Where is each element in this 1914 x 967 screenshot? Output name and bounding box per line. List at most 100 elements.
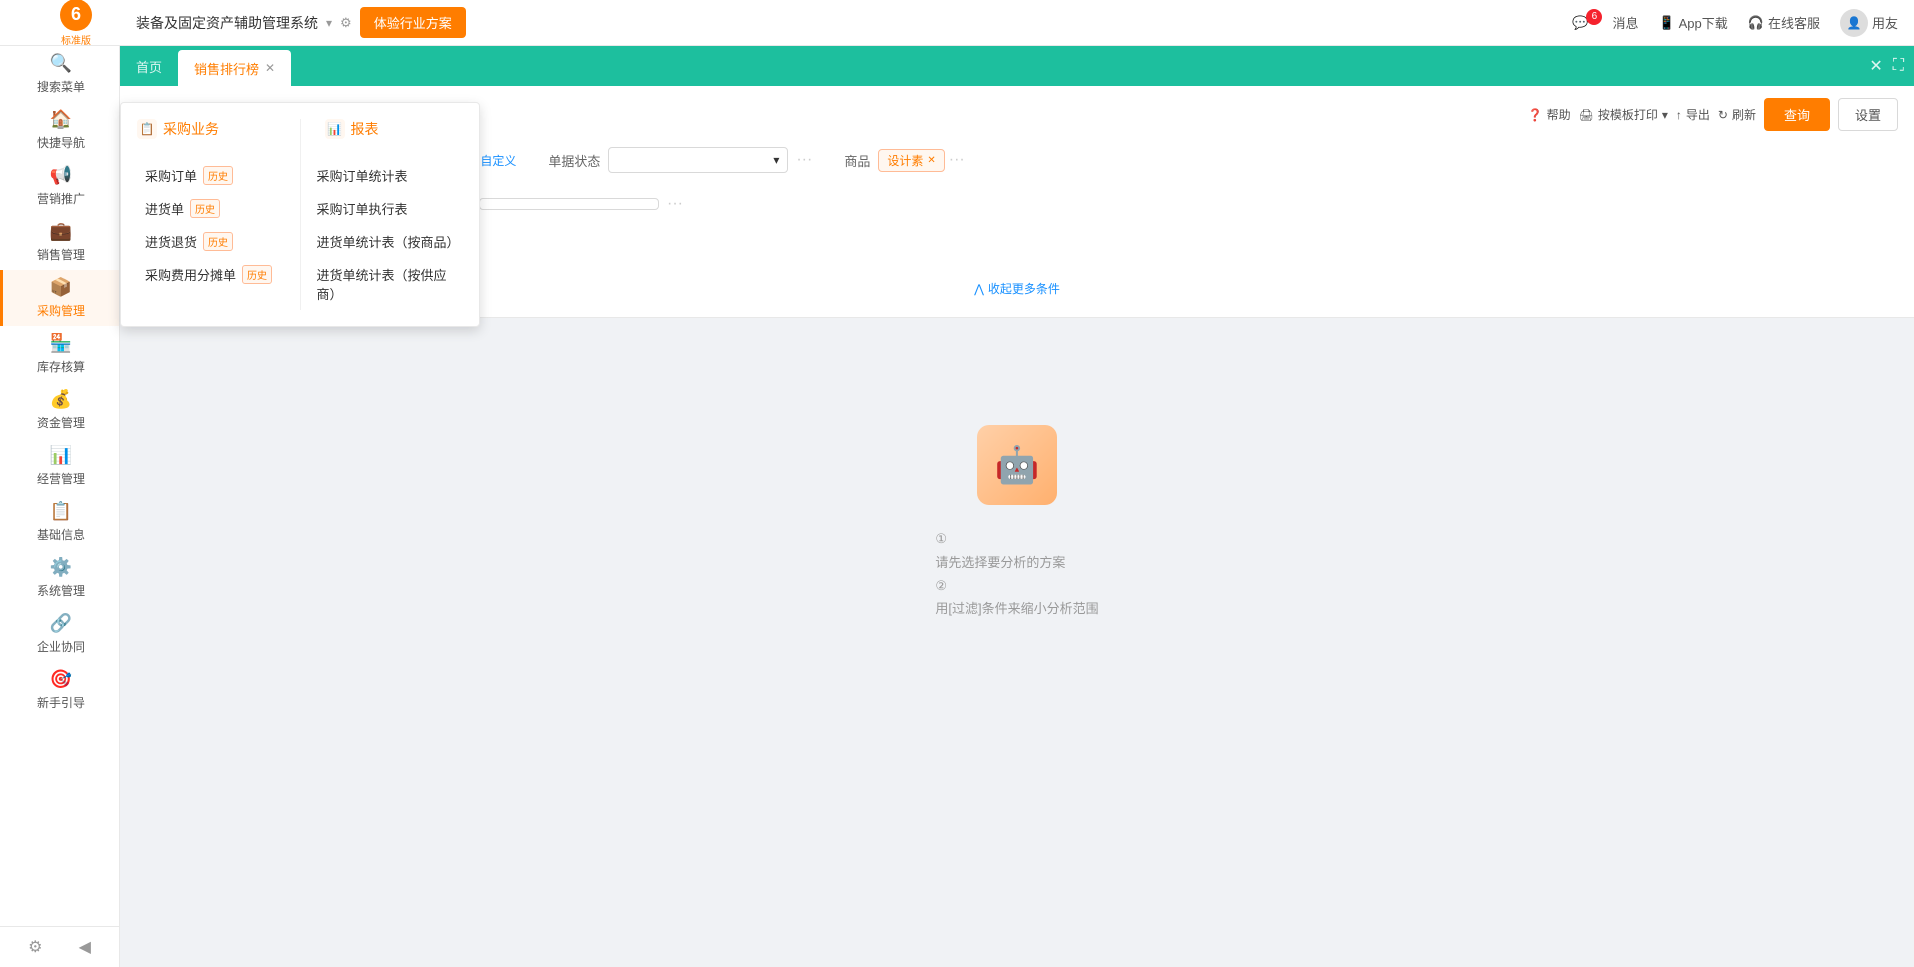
tab-bar: 首页 销售排行榜 ✕ ✕ ⛶ [120, 46, 1914, 86]
dropdown-item-po-stats[interactable]: 采购订单统计表 [309, 159, 464, 192]
message-badge: 6 [1586, 9, 1602, 25]
sidebar-item-sales[interactable]: 💼 销售管理 [0, 214, 119, 270]
po-stats-label: 采购订单统计表 [317, 166, 408, 185]
tab-fullscreen-action[interactable]: ⛶ [1893, 57, 1904, 75]
filter-actions-top: ❓ 帮助 🖨 按模板打印 ▾ ↑ 导出 ↻ [1528, 98, 1898, 131]
sidebar-item-finance[interactable]: 💰 资金管理 [0, 382, 119, 438]
sidebar-item-baseinfo[interactable]: 📋 基础信息 [0, 494, 119, 550]
avatar: 👤 [1840, 9, 1868, 37]
purchase-icon: 📦 [50, 277, 72, 298]
tab-sales-rank[interactable]: 销售排行榜 ✕ [178, 50, 291, 86]
industry-btn[interactable]: 体验行业方案 [360, 7, 466, 38]
sidebar-item-quicknav-label: 快捷导航 [37, 134, 85, 151]
baseinfo-icon: 📋 [50, 501, 72, 522]
print-dropdown-icon[interactable]: ▾ [1662, 108, 1668, 122]
operation-icon: 📊 [50, 445, 72, 466]
export-icon: ↑ [1676, 108, 1682, 122]
goods-receipt-label: 进货单 [145, 199, 184, 218]
sidebar-item-inventory[interactable]: 🏪 库存核算 [0, 326, 119, 382]
sidebar-item-sysconfig-label: 系统管理 [37, 582, 85, 599]
gr-by-supplier-label: 进货单统计表（按供应商） [317, 265, 456, 303]
tab-close-icon[interactable]: ✕ [265, 61, 275, 75]
sidebar-item-marketing[interactable]: 📢 营销推广 [0, 158, 119, 214]
logo-area: 6 标准版 [16, 0, 136, 47]
bill-status-dots[interactable]: ··· [796, 151, 812, 169]
user-label: 用友 [1872, 13, 1898, 32]
report-col-header: 📊 报表 [309, 119, 464, 147]
user-action[interactable]: 👤 用友 [1840, 9, 1898, 37]
bill-status-dropdown-icon: ▾ [773, 153, 779, 167]
salesperson-dots[interactable]: ··· [667, 195, 683, 213]
sidebar-bottom: ⚙ ◀ [0, 926, 119, 967]
sidebar-item-guide-label: 新手引导 [37, 694, 85, 711]
dropdown-item-po-exec[interactable]: 采购订单执行表 [309, 192, 464, 225]
sidebar-item-guide[interactable]: 🎯 新手引导 [0, 662, 119, 718]
tab-home[interactable]: 首页 [120, 46, 178, 86]
sidebar-settings-btn[interactable]: ⚙ [28, 937, 42, 957]
sidebar-item-purchase[interactable]: 📦 采购管理 [0, 270, 119, 326]
app-download-action[interactable]: 📱 App下载 [1658, 13, 1727, 32]
date-shortcut-custom[interactable]: 自定义 [480, 152, 516, 169]
sidebar-item-operation[interactable]: 📊 经营管理 [0, 438, 119, 494]
goods-tag-close[interactable]: ✕ [927, 155, 935, 166]
hint2-text: 用[过滤]条件来缩小分析范围 [935, 597, 1098, 620]
sidebar-item-enterprise-label: 企业协同 [37, 638, 85, 655]
col-divider [300, 119, 301, 310]
salesperson-select[interactable] [479, 198, 659, 210]
header-right: 💬 6 消息 📱 App下载 🎧 在线客服 👤 用友 [1572, 9, 1898, 37]
help-label: 帮助 [1547, 106, 1571, 123]
refresh-icon: ↻ [1718, 108, 1728, 122]
refresh-btn[interactable]: ↻ 刷新 [1718, 106, 1756, 123]
dropdown-item-purchase-order[interactable]: 采购订单 历史 [137, 159, 292, 192]
dropdown-columns: 📋 采购业务 采购订单 历史 进货单 历史 进货退货 历史 采购费用分摊单 [137, 119, 463, 310]
export-label: 导出 [1686, 106, 1710, 123]
sidebar-collapse-btn[interactable]: ◀ [79, 937, 91, 957]
sidebar-item-enterprise[interactable]: 🔗 企业协同 [0, 606, 119, 662]
goods-receipt-hist: 历史 [190, 199, 220, 218]
message-action[interactable]: 💬 6 消息 [1572, 13, 1638, 32]
phone-icon: 📱 [1658, 15, 1674, 31]
headset-icon: 🎧 [1748, 15, 1764, 31]
print-btn[interactable]: 🖨 按模板打印 ▾ [1579, 106, 1668, 123]
print-label: 按模板打印 [1598, 106, 1658, 123]
gr-by-goods-label: 进货单统计表（按商品） [317, 232, 456, 251]
sidebar-item-finance-label: 资金管理 [37, 414, 85, 431]
app-download-label: App下载 [1679, 13, 1728, 32]
message-label: 消息 [1612, 13, 1638, 32]
report-col-title: 报表 [351, 119, 379, 139]
help-icon: ❓ [1528, 108, 1543, 122]
purchase-dropdown-menu: 📋 采购业务 采购订单 历史 进货单 历史 进货退货 历史 采购费用分摊单 [120, 102, 480, 327]
sidebar-item-sysconfig[interactable]: ⚙️ 系统管理 [0, 550, 119, 606]
goods-tag-label: 设计素 [887, 152, 923, 169]
title-dropdown-icon[interactable]: ▾ [326, 16, 332, 30]
tab-close-action[interactable]: ✕ [1869, 56, 1882, 76]
dropdown-item-goods-return[interactable]: 进货退货 历史 [137, 225, 292, 258]
report-col-icon: 📊 [325, 119, 345, 139]
tab-home-label: 首页 [136, 57, 162, 76]
goods-dots[interactable]: ··· [949, 151, 965, 169]
inventory-icon: 🏪 [50, 333, 72, 354]
bill-status-select[interactable]: ▾ [608, 147, 788, 173]
goods-tag: 设计素 ✕ [878, 149, 944, 172]
sidebar-item-operation-label: 经营管理 [37, 470, 85, 487]
goods-label: 商品 [844, 151, 870, 170]
export-btn[interactable]: ↑ 导出 [1676, 106, 1710, 123]
purchase-col: 📋 采购业务 采购订单 历史 进货单 历史 进货退货 历史 采购费用分摊单 [137, 119, 292, 310]
logo-icon: 6 [60, 0, 92, 31]
help-btn[interactable]: ❓ 帮助 [1528, 106, 1571, 123]
query-button[interactable]: 查询 [1764, 98, 1830, 131]
dropdown-item-goods-receipt[interactable]: 进货单 历史 [137, 192, 292, 225]
title-gear-icon[interactable]: ⚙ [340, 15, 352, 31]
tab-bar-actions: ✕ ⛶ [1869, 56, 1914, 76]
purchase-expense-hist: 历史 [242, 265, 272, 284]
online-service-action[interactable]: 🎧 在线客服 [1748, 13, 1820, 32]
purchase-order-label: 采购订单 [145, 166, 197, 185]
set-button[interactable]: 设置 [1838, 98, 1898, 131]
purchase-expense-label: 采购费用分摊单 [145, 265, 236, 284]
dropdown-item-purchase-expense[interactable]: 采购费用分摊单 历史 [137, 258, 292, 291]
sidebar-item-search[interactable]: 🔍 搜索菜单 [0, 46, 119, 102]
sidebar-item-quicknav[interactable]: 🏠 快捷导航 [0, 102, 119, 158]
dropdown-item-gr-by-supplier[interactable]: 进货单统计表（按供应商） [309, 258, 464, 310]
dropdown-item-gr-by-goods[interactable]: 进货单统计表（按商品） [309, 225, 464, 258]
guide-icon: 🎯 [50, 669, 72, 690]
